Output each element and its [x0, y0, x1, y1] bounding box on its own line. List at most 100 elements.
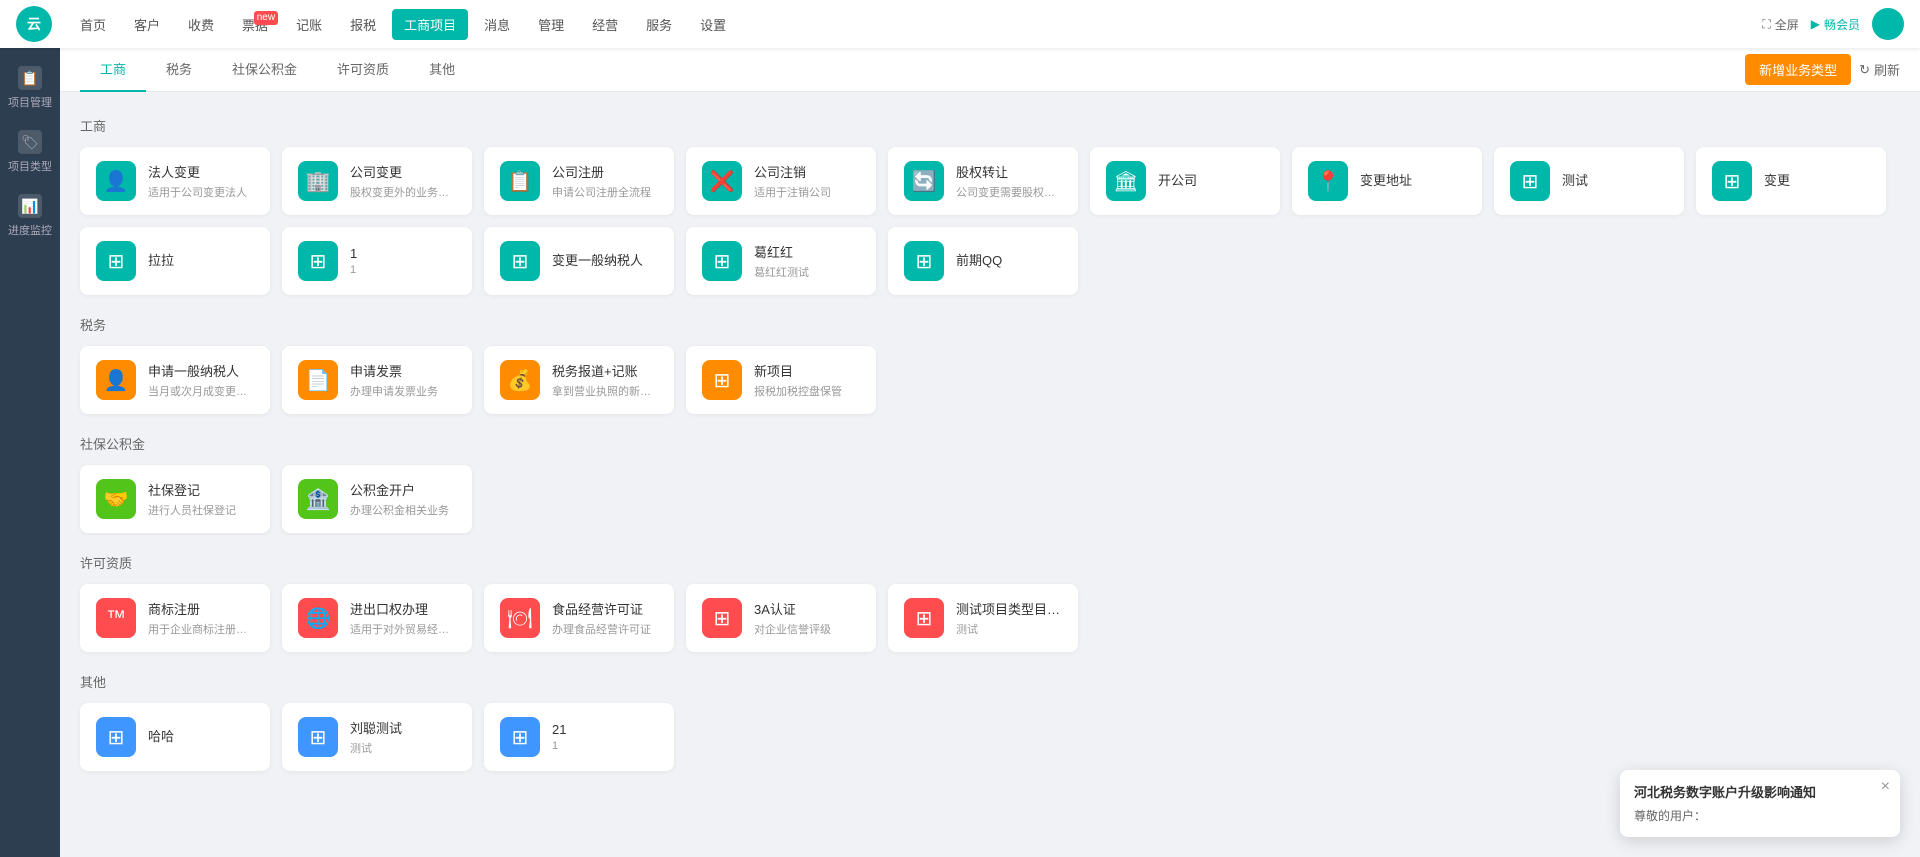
sidebar-icon: 📋 [18, 66, 42, 90]
card-info: 法人变更适用于公司变更法人 [148, 162, 254, 200]
card-title: 变更一般纳税人 [552, 250, 658, 269]
card-申请发票[interactable]: 📄申请发票办理申请发票业务 [282, 346, 472, 414]
app-logo: 云 [16, 6, 52, 42]
card-title: 股权转让 [956, 162, 1062, 181]
vip-button[interactable]: ▶ 畅会员 [1811, 16, 1860, 33]
card-info: 测试项目类型目定义测试 [956, 599, 1062, 637]
card-title: 变更地址 [1360, 170, 1466, 189]
card-title: 哈哈 [148, 726, 254, 745]
card-股权转让[interactable]: 🔄股权转让公司变更需要股权转让 [888, 147, 1078, 215]
tab-bar: 工商税务社保公积金许可资质其他 新增业务类型 ↻ 刷新 [60, 48, 1920, 92]
card-税务报道+记账[interactable]: 💰税务报道+记账拿到营业执照的新公司 [484, 346, 674, 414]
tab-社保公积金[interactable]: 社保公积金 [212, 48, 317, 92]
card-变更地址[interactable]: 📍变更地址 [1292, 147, 1482, 215]
notification-close-button[interactable]: × [1881, 778, 1890, 796]
card-info: 申请一般纳税人当月或次月成变更完成 [148, 361, 254, 399]
cards-grid-gongshang: 👤法人变更适用于公司变更法人🏢公司变更股权变更外的业务变更📋公司注册申请公司注册… [80, 147, 1900, 295]
card-葛红红[interactable]: ⊞葛红红葛红红测试 [686, 227, 876, 295]
nav-item-管理[interactable]: 管理 [526, 9, 576, 40]
card-title: 3A认证 [754, 599, 860, 618]
card-公司注销[interactable]: ❌公司注销适用于注销公司 [686, 147, 876, 215]
tab-税务[interactable]: 税务 [146, 48, 212, 92]
content-area: 工商👤法人变更适用于公司变更法人🏢公司变更股权变更外的业务变更📋公司注册申请公司… [60, 92, 1920, 807]
card-icon: ⊞ [500, 717, 540, 757]
card-desc: 公司变更需要股权转让 [956, 184, 1062, 200]
fullscreen-button[interactable]: ⛶ 全屏 [1762, 16, 1798, 33]
sidebar-icon: 📊 [18, 194, 42, 218]
card-测试[interactable]: ⊞测试 [1494, 147, 1684, 215]
nav-item-报税[interactable]: 报税 [338, 9, 388, 40]
card-icon: 📄 [298, 360, 338, 400]
card-哈哈[interactable]: ⊞哈哈 [80, 703, 270, 771]
card-desc: 申请公司注册全流程 [552, 184, 658, 200]
card-title: 进出口权办理 [350, 599, 456, 618]
nav-item-客户[interactable]: 客户 [122, 9, 172, 40]
sidebar-item-项目管理[interactable]: 📋项目管理 [0, 56, 60, 120]
sidebar-item-进度监控[interactable]: 📊进度监控 [0, 184, 60, 248]
card-info: 拉拉 [148, 250, 254, 272]
card-刘聪测试[interactable]: ⊞刘聪测试测试 [282, 703, 472, 771]
card-社保登记[interactable]: 🤝社保登记进行人员社保登记 [80, 465, 270, 533]
card-desc: 1 [552, 740, 658, 752]
card-商标注册[interactable]: ™商标注册用于企业商标注册服务 [80, 584, 270, 652]
section-title-qita: 其他 [80, 672, 1900, 691]
nav-item-消息[interactable]: 消息 [472, 9, 522, 40]
card-进出口权办理[interactable]: 🌐进出口权办理适用于对外贸易经营者 [282, 584, 472, 652]
main-content: 工商税务社保公积金许可资质其他 新增业务类型 ↻ 刷新 工商👤法人变更适用于公司… [60, 48, 1920, 857]
card-测试项目类型目定义[interactable]: ⊞测试项目类型目定义测试 [888, 584, 1078, 652]
card-新项目[interactable]: ⊞新项目报税加税控盘保管 [686, 346, 876, 414]
card-title: 社保登记 [148, 480, 254, 499]
card-icon: 🏢 [298, 161, 338, 201]
card-拉拉[interactable]: ⊞拉拉 [80, 227, 270, 295]
avatar[interactable] [1872, 8, 1904, 40]
card-desc: 适用于对外贸易经营者 [350, 621, 456, 637]
nav-item-记账[interactable]: 记账 [284, 9, 334, 40]
cards-grid-shebao: 🤝社保登记进行人员社保登记🏦公积金开户办理公积金相关业务 [80, 465, 1900, 533]
nav-item-收费[interactable]: 收费 [176, 9, 226, 40]
nav-item-票据[interactable]: 票据new [230, 9, 280, 40]
card-公司注册[interactable]: 📋公司注册申请公司注册全流程 [484, 147, 674, 215]
card-info: 11 [350, 246, 456, 276]
card-icon: ⊞ [500, 241, 540, 281]
card-21[interactable]: ⊞211 [484, 703, 674, 771]
card-title: 前期QQ [956, 250, 1062, 269]
card-食品经营许可证[interactable]: 🍽食品经营许可证办理食品经营许可证 [484, 584, 674, 652]
tab-许可资质[interactable]: 许可资质 [317, 48, 409, 92]
card-info: 新项目报税加税控盘保管 [754, 361, 860, 399]
cards-grid-xuke: ™商标注册用于企业商标注册服务🌐进出口权办理适用于对外贸易经营者🍽食品经营许可证… [80, 584, 1900, 652]
card-desc: 办理食品经营许可证 [552, 621, 658, 637]
card-3A认证[interactable]: ⊞3A认证对企业信誉评级 [686, 584, 876, 652]
notification-panel: × 河北税务数字账户升级影响通知 尊敬的用户： [1620, 770, 1900, 837]
card-开公司[interactable]: 🏛开公司 [1090, 147, 1280, 215]
card-info: 社保登记进行人员社保登记 [148, 480, 254, 518]
card-title: 税务报道+记账 [552, 361, 658, 380]
tab-工商[interactable]: 工商 [80, 48, 146, 92]
add-business-type-button[interactable]: 新增业务类型 [1745, 54, 1851, 85]
nav-item-设置[interactable]: 设置 [688, 9, 738, 40]
card-前期QQ[interactable]: ⊞前期QQ [888, 227, 1078, 295]
card-info: 哈哈 [148, 726, 254, 748]
tab-actions: 新增业务类型 ↻ 刷新 [1745, 54, 1900, 85]
nav-item-工商项目[interactable]: 工商项目 [392, 9, 468, 40]
card-法人变更[interactable]: 👤法人变更适用于公司变更法人 [80, 147, 270, 215]
refresh-button[interactable]: ↻ 刷新 [1859, 60, 1900, 79]
card-1[interactable]: ⊞11 [282, 227, 472, 295]
card-desc: 适用于公司变更法人 [148, 184, 254, 200]
card-title: 商标注册 [148, 599, 254, 618]
card-info: 食品经营许可证办理食品经营许可证 [552, 599, 658, 637]
card-title: 测试 [1562, 170, 1668, 189]
card-变更一般纳税人[interactable]: ⊞ 变更一般纳税人 [484, 227, 674, 295]
card-公积金开户[interactable]: 🏦公积金开户办理公积金相关业务 [282, 465, 472, 533]
card-申请一般纳税人[interactable]: 👤申请一般纳税人当月或次月成变更完成 [80, 346, 270, 414]
card-公司变更[interactable]: 🏢公司变更股权变更外的业务变更 [282, 147, 472, 215]
card-变更[interactable]: ⊞变更 [1696, 147, 1886, 215]
card-info: 开公司 [1158, 170, 1264, 192]
card-desc: 测试 [350, 740, 456, 756]
tab-其他[interactable]: 其他 [409, 48, 475, 92]
nav-item-经营[interactable]: 经营 [580, 9, 630, 40]
cards-grid-qita: ⊞哈哈⊞刘聪测试测试⊞211 [80, 703, 1900, 771]
card-title: 法人变更 [148, 162, 254, 181]
nav-item-服务[interactable]: 服务 [634, 9, 684, 40]
sidebar-item-项目类型[interactable]: 🏷项目类型 [0, 120, 60, 184]
nav-item-首页[interactable]: 首页 [68, 9, 118, 40]
